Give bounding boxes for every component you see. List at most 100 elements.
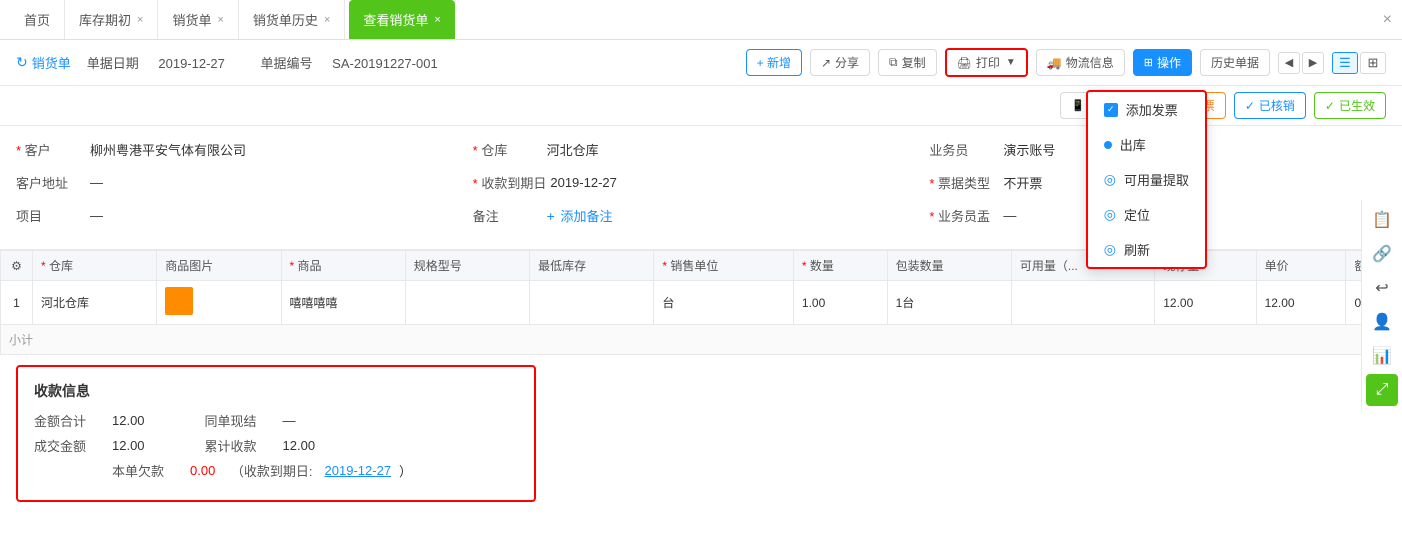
sidebar-icon-link[interactable]: 🔗	[1366, 238, 1398, 270]
col-warehouse: 仓库	[33, 251, 157, 281]
same-order-item: 同单现结 —	[205, 411, 296, 430]
tab-inventory-init[interactable]: 库存期初 ×	[65, 0, 158, 39]
global-close-button[interactable]: ×	[1383, 11, 1392, 29]
doc-date-value: 2019-12-27	[158, 56, 225, 71]
customer-field: 客户 柳州粤港平安气体有限公司	[16, 138, 473, 161]
staff2-value: —	[999, 206, 1020, 225]
remark-label: 备注	[473, 206, 543, 225]
list-view-btn[interactable]: ☰	[1332, 52, 1358, 74]
row-product: 嘻嘻嘻嘻	[281, 281, 405, 325]
doc-date-label: 单据日期	[87, 56, 139, 71]
add-remark-btn[interactable]: + 添加备注	[543, 204, 617, 227]
close-inventory-tab[interactable]: ×	[137, 14, 143, 26]
logistics-button[interactable]: 🚚 物流信息	[1036, 49, 1125, 76]
outbound-item[interactable]: 出库	[1088, 127, 1205, 162]
cumulative-label: 累计收款	[205, 436, 275, 455]
confirm-btn[interactable]: ✓ 已核销	[1234, 92, 1306, 119]
payment-row-1: 金额合计 12.00 同单现结 —	[34, 411, 518, 430]
row-pack-qty: 1台	[887, 281, 1011, 325]
copy-button[interactable]: ⧉ 复制	[878, 49, 937, 76]
cumulative-item: 累计收款 12.00	[205, 436, 316, 455]
history-button[interactable]: 历史单据	[1200, 49, 1270, 76]
row-no: 1	[1, 281, 33, 325]
available-pickup-item[interactable]: ◎ 可用量提取	[1088, 162, 1205, 197]
doc-type-label: 销货单	[32, 53, 71, 72]
operation-dropdown: ✓ 添加发票 出库 ◎ 可用量提取 ◎ 定位 ◎ 刷新	[1086, 90, 1207, 269]
add-invoice-checkbox[interactable]: ✓	[1104, 103, 1118, 117]
share-button[interactable]: ↗ 分享	[810, 49, 870, 76]
owed-label: 本单欠款	[112, 461, 182, 480]
address-label: 客户地址	[16, 173, 86, 192]
refresh-item[interactable]: ◎ 刷新	[1088, 232, 1205, 267]
col-qty: 数量	[793, 251, 887, 281]
warehouse-label: 仓库	[473, 140, 543, 159]
sidebar-icon-rotate[interactable]: ↩	[1366, 272, 1398, 304]
tab-bar: 首页 库存期初 × 销货单 × 销货单历史 × 查看销货单 × ×	[0, 0, 1402, 40]
sidebar-icon-clipboard[interactable]: 📋	[1366, 204, 1398, 236]
row-image	[157, 281, 281, 325]
col-unit-price: 单价	[1256, 251, 1346, 281]
amount-total-item: 金额合计 12.00	[34, 411, 145, 430]
owed-value: 0.00	[190, 463, 215, 478]
refresh-label: 刷新	[1124, 240, 1150, 259]
right-sidebar: 📋 🔗 ↩ 👤 📊 ⤢	[1361, 200, 1402, 410]
close-sales-tab[interactable]: ×	[217, 14, 223, 26]
product-image	[165, 287, 193, 315]
cumulative-value: 12.00	[283, 438, 316, 453]
col-settings[interactable]: ⚙	[1, 251, 33, 281]
doc-header-left: ↻ 销货单 单据日期 2019-12-27 单据编号 SA-20191227-0…	[16, 53, 454, 72]
row-stock: 12.00	[1155, 281, 1256, 325]
outbound-label: 出库	[1120, 135, 1146, 154]
print-button[interactable]: 🖨 打印 ▼	[945, 48, 1028, 77]
payment-row-3: 本单欠款 0.00 （收款到期日: 2019-12-27 ）	[34, 461, 518, 480]
prev-arrow[interactable]: ◀	[1278, 52, 1300, 74]
transaction-value: 12.00	[112, 438, 145, 453]
col-sales-unit: 销售单位	[654, 251, 794, 281]
staff-label: 业务员	[929, 140, 999, 159]
ticket-label: 票据类型	[929, 173, 999, 192]
grid-view-btn[interactable]: ⊞	[1360, 52, 1386, 74]
doc-meta: 单据日期 2019-12-27 单据编号 SA-20191227-001	[87, 53, 454, 72]
warehouse-value: 河北仓库	[543, 138, 603, 161]
sidebar-icon-chart[interactable]: 📊	[1366, 340, 1398, 372]
table-row: 1 河北仓库 嘻嘻嘻嘻 台 1.00 1台 12.00 12.00	[1, 281, 1402, 325]
operation-button[interactable]: ⊞ 操作	[1133, 49, 1192, 76]
row-sales-unit: 台	[654, 281, 794, 325]
due-date-label: 收款到期日	[473, 173, 547, 192]
row-model	[405, 281, 529, 325]
due-date-field: 收款到期日 2019-12-27	[473, 173, 930, 192]
project-field: 项目 —	[16, 206, 473, 225]
tab-home[interactable]: 首页	[10, 0, 65, 39]
locate-item[interactable]: ◎ 定位	[1088, 197, 1205, 232]
due-date-value: 2019-12-27	[546, 173, 621, 192]
next-arrow[interactable]: ▶	[1302, 52, 1324, 74]
payment-row-2: 成交金额 12.00 累计收款 12.00	[34, 436, 518, 455]
staff-value: 演示账号	[999, 138, 1059, 161]
col-image: 商品图片	[157, 251, 281, 281]
col-min-stock: 最低库存	[530, 251, 654, 281]
new-button[interactable]: + 新增	[746, 49, 802, 76]
row-warehouse: 河北仓库	[33, 281, 157, 325]
tab-sales-order[interactable]: 销货单 ×	[158, 0, 238, 39]
owed-item: 本单欠款 0.00 （收款到期日: 2019-12-27 ）	[112, 461, 412, 480]
row-min-stock	[530, 281, 654, 325]
amount-total-label: 金额合计	[34, 411, 104, 430]
effective-btn[interactable]: ✓ 已生效	[1314, 92, 1386, 119]
locate-icon: ◎	[1104, 206, 1116, 223]
sidebar-icon-expand[interactable]: ⤢	[1366, 374, 1398, 406]
row-available	[1011, 281, 1154, 325]
doc-type-badge: ↻ 销货单	[16, 53, 71, 72]
refresh-icon: ◎	[1104, 241, 1116, 258]
add-invoice-item[interactable]: ✓ 添加发票	[1088, 92, 1205, 127]
tab-check-sales[interactable]: 查看销货单 ×	[349, 0, 454, 39]
same-order-value: —	[283, 413, 296, 428]
close-check-tab[interactable]: ×	[434, 14, 440, 26]
sidebar-icon-user[interactable]: 👤	[1366, 306, 1398, 338]
transaction-item: 成交金额 12.00	[34, 436, 145, 455]
same-order-label: 同单现结	[205, 411, 275, 430]
tab-sales-history[interactable]: 销货单历史 ×	[239, 0, 345, 39]
close-history-tab[interactable]: ×	[324, 14, 330, 26]
outbound-dot	[1104, 141, 1112, 149]
project-label: 项目	[16, 206, 86, 225]
row-qty: 1.00	[793, 281, 887, 325]
